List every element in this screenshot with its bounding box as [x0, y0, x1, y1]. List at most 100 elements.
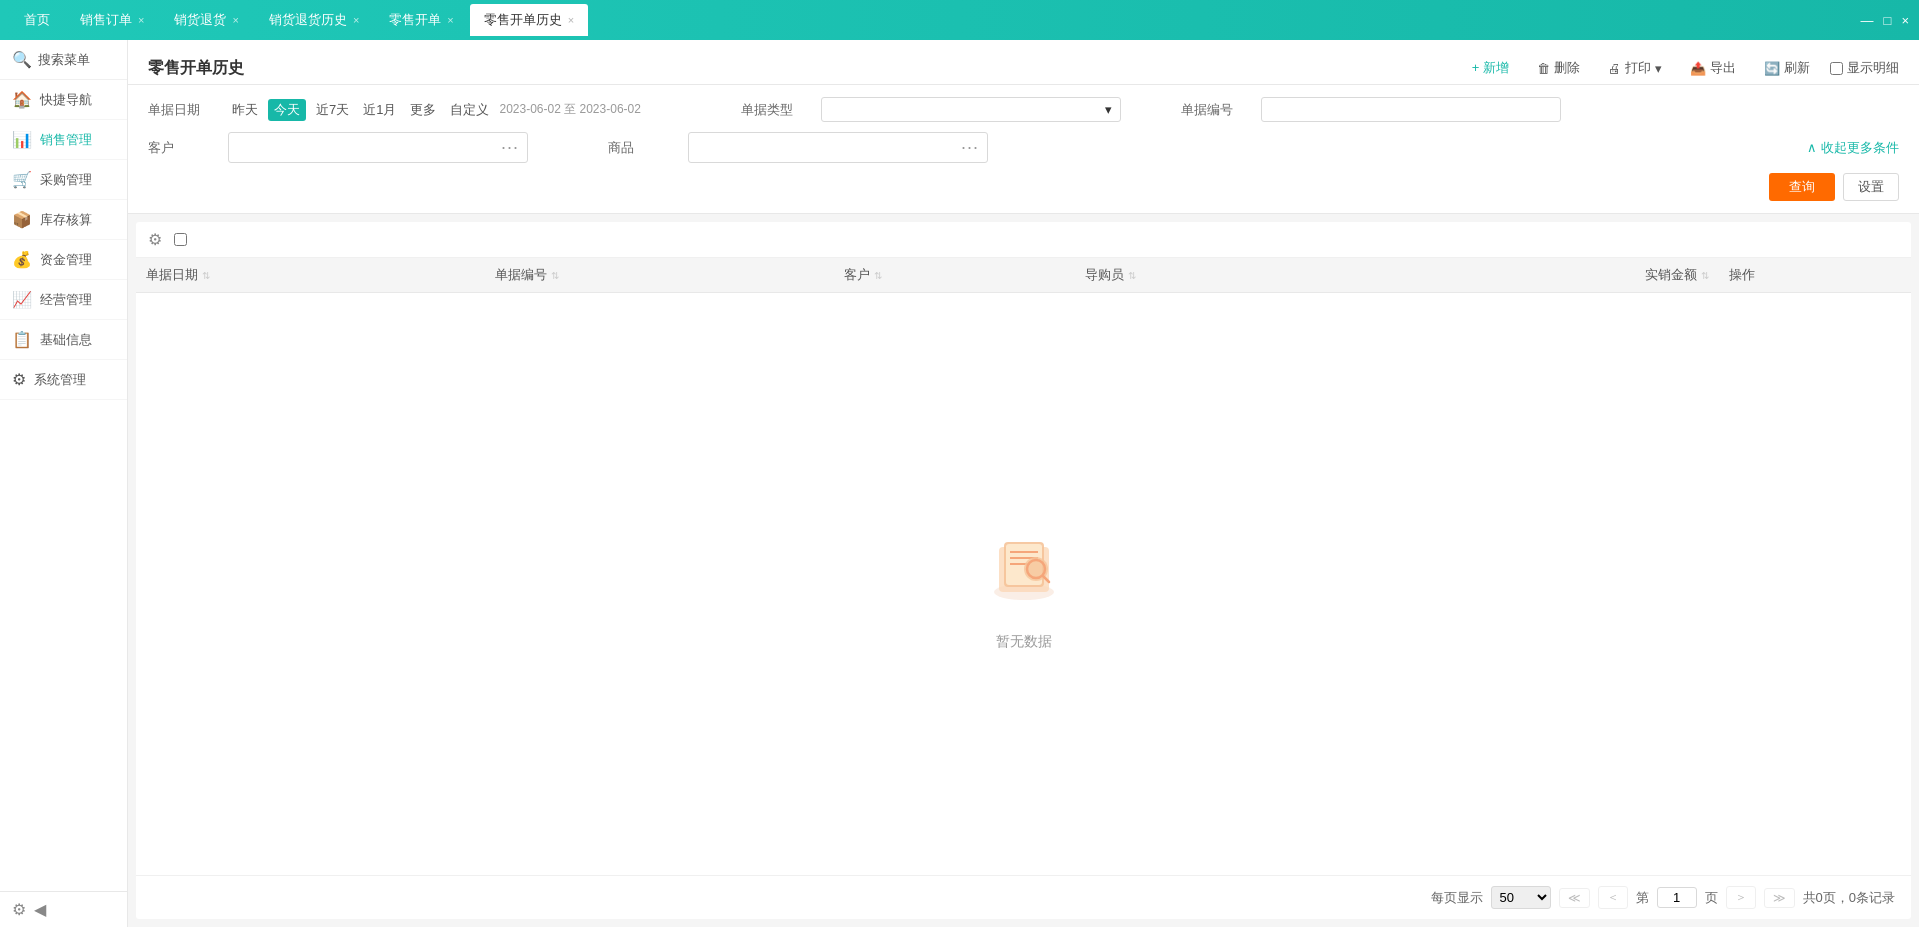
sidebar-bottom: ⚙ ◀ [0, 891, 127, 927]
export-icon: 📤 [1690, 61, 1706, 76]
top-bar: 首页 销售订单 × 销货退货 × 销货退货历史 × 零售开单 × 零售开单历史 … [0, 0, 1919, 40]
table-settings-icon[interactable]: ⚙ [148, 230, 162, 249]
main-layout: 🔍 搜索菜单 🏠 快捷导航 📊 销售管理 🛒 采购管理 📦 库存核算 💰 资金管… [0, 40, 1919, 927]
prev-page-button[interactable]: ＜ [1598, 886, 1628, 909]
print-button[interactable]: 🖨 打印 ▾ [1600, 55, 1670, 81]
data-table: 单据日期 ⇅ 单据编号 ⇅ 客户 ⇅ 导购员 [136, 258, 1911, 293]
order-number-label: 单据编号 [1181, 101, 1241, 119]
shortcut-today[interactable]: 今天 [268, 99, 306, 121]
col-number: 单据编号 ⇅ [485, 258, 834, 293]
sidebar-item-system[interactable]: ⚙ 系统管理 [0, 360, 127, 400]
customer-dots-icon: ··· [501, 137, 519, 158]
filter-area: 单据日期 昨天 今天 近7天 近1月 更多 自定义 2023-06-02 至 2… [128, 85, 1919, 214]
sidebar-item-purchase[interactable]: 🛒 采购管理 [0, 160, 127, 200]
maximize-button[interactable]: □ [1884, 13, 1892, 28]
order-number-input[interactable] [1261, 97, 1561, 122]
filter-row-2: 客户 ··· 商品 ··· ∧ 收起更多条件 [148, 132, 1899, 163]
page-input[interactable] [1657, 887, 1697, 908]
product-dots-icon: ··· [961, 137, 979, 158]
sort-icon[interactable]: ⇅ [1128, 270, 1136, 281]
purchase-icon: 🛒 [12, 170, 32, 189]
sidebar-item-inventory[interactable]: 📦 库存核算 [0, 200, 127, 240]
tab-return[interactable]: 销货退货 × [160, 4, 252, 36]
close-icon[interactable]: × [447, 14, 453, 26]
customer-select[interactable]: ··· [228, 132, 528, 163]
product-label: 商品 [608, 139, 668, 157]
sidebar-item-basic-info[interactable]: 📋 基础信息 [0, 320, 127, 360]
setting-button[interactable]: 设置 [1843, 173, 1899, 201]
tab-retail-order[interactable]: 零售开单 × [375, 4, 467, 36]
settings-bottom-icon[interactable]: ⚙ [12, 900, 26, 919]
collapse-button[interactable]: ∧ 收起更多条件 [1807, 139, 1899, 157]
sort-icon[interactable]: ⇅ [202, 270, 210, 281]
sidebar: 🔍 搜索菜单 🏠 快捷导航 📊 销售管理 🛒 采购管理 📦 库存核算 💰 资金管… [0, 40, 128, 927]
col-action: 操作 [1719, 258, 1911, 293]
last-page-button[interactable]: ≫ [1764, 888, 1795, 908]
sidebar-item-quicknav[interactable]: 🏠 快捷导航 [0, 80, 127, 120]
show-detail-checkbox[interactable] [1830, 62, 1843, 75]
close-icon[interactable]: × [232, 14, 238, 26]
operations-icon: 📈 [12, 290, 32, 309]
search-icon: 🔍 [12, 50, 32, 69]
add-button[interactable]: + 新增 [1464, 55, 1517, 81]
pagination: 每页显示 50 10 20 100 ≪ ＜ 第 页 ＞ ≫ 共0页，0条记录 [136, 875, 1911, 919]
toolbar: + 新增 🗑 删除 🖨 打印 ▾ 📤 导出 🔄 刷新 [1464, 55, 1899, 81]
next-page-button[interactable]: ＞ [1726, 886, 1756, 909]
pagination-summary: 共0页，0条记录 [1803, 889, 1895, 907]
home-icon: 🏠 [12, 90, 32, 109]
delete-button[interactable]: 🗑 删除 [1529, 55, 1588, 81]
tab-home[interactable]: 首页 [10, 4, 64, 36]
close-button[interactable]: × [1901, 13, 1909, 28]
filter-row-1: 单据日期 昨天 今天 近7天 近1月 更多 自定义 2023-06-02 至 2… [148, 97, 1899, 122]
shortcut-7days[interactable]: 近7天 [312, 99, 353, 121]
sales-icon: 📊 [12, 130, 32, 149]
close-icon[interactable]: × [568, 14, 574, 26]
print-dropdown-icon: ▾ [1655, 61, 1662, 76]
shortcut-1month[interactable]: 近1月 [359, 99, 400, 121]
sidebar-item-operations[interactable]: 📈 经营管理 [0, 280, 127, 320]
content-area: 零售开单历史 + 新增 🗑 删除 🖨 打印 ▾ 📤 导出 [128, 40, 1919, 927]
tab-retail-order-history[interactable]: 零售开单历史 × [470, 4, 588, 36]
query-button[interactable]: 查询 [1769, 173, 1835, 201]
sort-icon[interactable]: ⇅ [1701, 270, 1709, 281]
select-all-checkbox[interactable] [174, 233, 187, 246]
sidebar-item-sales[interactable]: 📊 销售管理 [0, 120, 127, 160]
inventory-icon: 📦 [12, 210, 32, 229]
col-guide: 导购员 ⇅ [1075, 258, 1370, 293]
system-icon: ⚙ [12, 370, 26, 389]
close-icon[interactable]: × [138, 14, 144, 26]
minimize-button[interactable]: — [1861, 13, 1874, 28]
sidebar-item-finance[interactable]: 💰 资金管理 [0, 240, 127, 280]
window-controls: — □ × [1861, 13, 1909, 28]
print-icon: 🖨 [1608, 61, 1621, 76]
date-shortcuts: 昨天 今天 近7天 近1月 更多 自定义 2023-06-02 至 2023-0… [228, 99, 641, 121]
basic-info-icon: 📋 [12, 330, 32, 349]
col-amount: 实销金额 ⇅ [1370, 258, 1719, 293]
show-detail-checkbox-label[interactable]: 显示明细 [1830, 59, 1899, 77]
refresh-button[interactable]: 🔄 刷新 [1756, 55, 1818, 81]
empty-illustration [974, 517, 1074, 617]
col-date: 单据日期 ⇅ [136, 258, 485, 293]
customer-label: 客户 [148, 139, 208, 157]
shortcut-more[interactable]: 更多 [406, 99, 440, 121]
chevron-up-icon: ∧ [1807, 140, 1817, 155]
delete-icon: 🗑 [1537, 61, 1550, 76]
date-label: 单据日期 [148, 101, 208, 119]
collapse-sidebar-icon[interactable]: ◀ [34, 900, 46, 919]
tab-sales-order[interactable]: 销售订单 × [66, 4, 158, 36]
table-container: ⚙ 单据日期 ⇅ 单据编号 ⇅ 客户 [136, 222, 1911, 919]
tab-return-history[interactable]: 销货退货历史 × [255, 4, 373, 36]
sidebar-search[interactable]: 🔍 搜索菜单 [0, 40, 127, 80]
shortcut-yesterday[interactable]: 昨天 [228, 99, 262, 121]
order-type-select[interactable]: ▾ [821, 97, 1121, 122]
finance-icon: 💰 [12, 250, 32, 269]
empty-state: 暂无数据 [136, 293, 1911, 875]
per-page-select[interactable]: 50 10 20 100 [1491, 886, 1551, 909]
export-button[interactable]: 📤 导出 [1682, 55, 1744, 81]
product-select[interactable]: ··· [688, 132, 988, 163]
shortcut-custom[interactable]: 自定义 [446, 99, 493, 121]
close-icon[interactable]: × [353, 14, 359, 26]
first-page-button[interactable]: ≪ [1559, 888, 1590, 908]
sort-icon[interactable]: ⇅ [874, 270, 882, 281]
sort-icon[interactable]: ⇅ [551, 270, 559, 281]
